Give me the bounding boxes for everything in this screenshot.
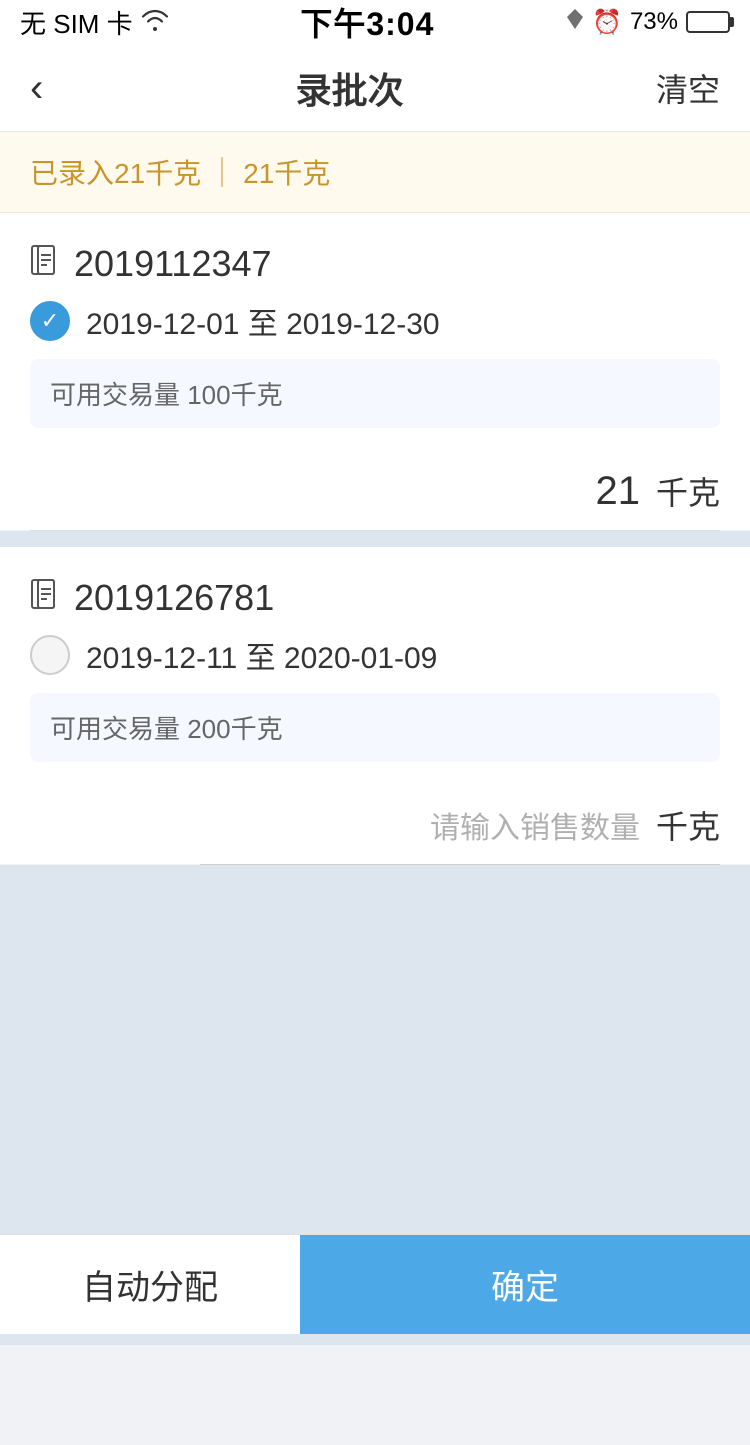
info-divider [221, 157, 223, 187]
nav-bar: ‹ 录批次 清空 [0, 44, 750, 132]
info-banner: 已录入21千克 21千克 [0, 132, 750, 213]
amount-row-1: 21 千克 [0, 448, 750, 530]
status-left: 无 SIM 卡 [20, 4, 169, 41]
amount-value-1: 21 [595, 469, 640, 514]
batch-date-row-2[interactable]: 2019-12-11 至 2020-01-09 [30, 633, 720, 677]
auto-distribute-button[interactable]: 自动分配 [0, 1235, 300, 1334]
clear-button[interactable]: 清空 [656, 65, 720, 111]
status-time: 下午3:04 [300, 0, 434, 45]
back-button[interactable]: ‹ [30, 68, 43, 108]
batch-date-2: 2019-12-11 至 2020-01-09 [86, 633, 437, 677]
battery-icon [686, 11, 730, 33]
status-right: ⏰ 73% [566, 8, 730, 37]
location-icon [566, 8, 584, 37]
battery-pct: 73% [630, 8, 678, 36]
batch-item-2: 2019126781 2019-12-11 至 2020-01-09 可用交易量… [0, 547, 750, 782]
bottom-bar: 自动分配 确定 [0, 1234, 750, 1334]
doc-icon-1 [30, 244, 62, 284]
radio-1[interactable]: ✓ [30, 301, 70, 341]
batch-item-1: 2019112347 ✓ 2019-12-01 至 2019-12-30 可用交… [0, 213, 750, 448]
page-title: 录批次 [296, 62, 404, 114]
batch-id-2: 2019126781 [74, 577, 274, 619]
input-placeholder-2: 请输入销售数量 [430, 803, 640, 847]
entered-value: 21千克 [243, 152, 330, 192]
batch-date-1: 2019-12-01 至 2019-12-30 [86, 299, 440, 343]
radio-2[interactable] [30, 635, 70, 675]
wifi-icon [141, 7, 169, 38]
available-box-1: 可用交易量 100千克 [30, 359, 720, 428]
input-row-2[interactable]: 请输入销售数量 千克 [0, 782, 750, 864]
available-box-2: 可用交易量 200千克 [30, 693, 720, 762]
carrier-text: 无 SIM 卡 [20, 4, 133, 41]
confirm-button[interactable]: 确定 [300, 1235, 750, 1334]
batch-date-row-1[interactable]: ✓ 2019-12-01 至 2019-12-30 [30, 299, 720, 343]
batch-header-1: 2019112347 [30, 243, 720, 285]
batch-header-2: 2019126781 [30, 577, 720, 619]
amount-unit-1: 千克 [656, 468, 720, 514]
batch-id-1: 2019112347 [74, 243, 272, 285]
check-icon-1: ✓ [41, 308, 59, 334]
entered-label: 已录入21千克 [30, 152, 201, 192]
input-unit-2: 千克 [656, 802, 720, 848]
status-bar: 无 SIM 卡 下午3:04 ⏰ 73% [0, 0, 750, 44]
section-divider [0, 531, 750, 547]
doc-icon-2 [30, 578, 62, 618]
alarm-icon: ⏰ [592, 8, 622, 37]
